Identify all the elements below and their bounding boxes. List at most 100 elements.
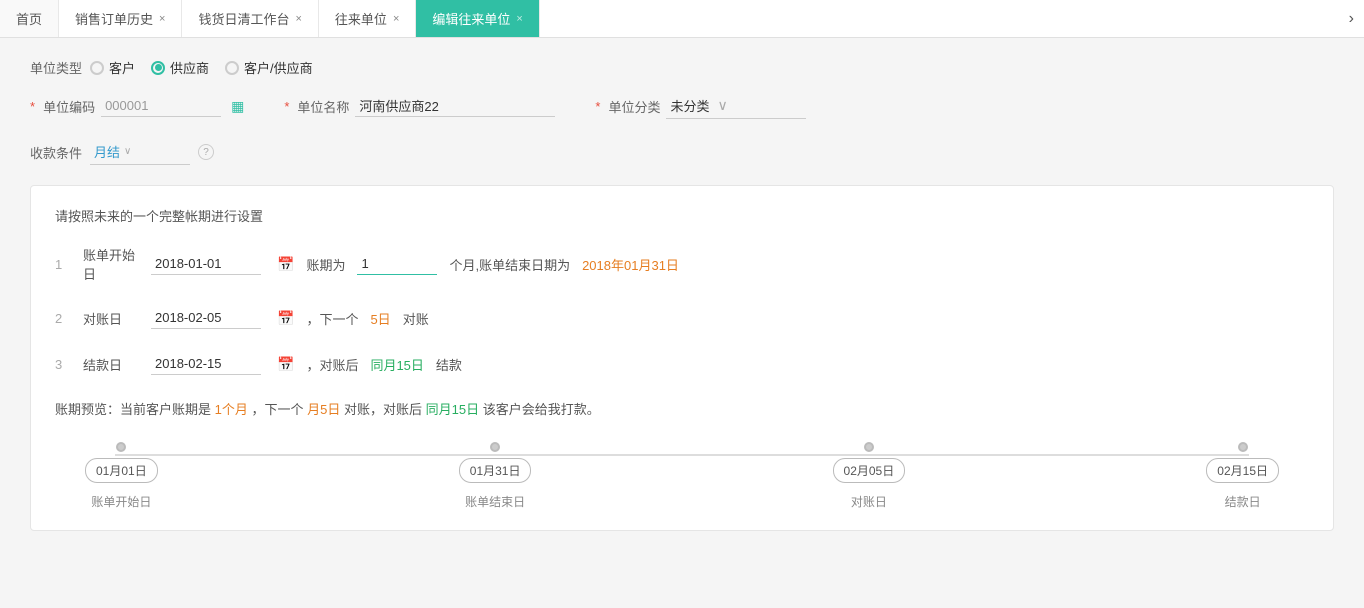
timeline: 01月01日 账单开始日 01月31日 账单结束日 02月05日 对账日 02月… — [55, 442, 1309, 510]
tabs-bar: 首页 销售订单历史 × 钱货日清工作台 × 往来单位 × 编辑往来单位 × › — [0, 0, 1364, 38]
unit-type-radio-group: 客户 供应商 客户/供应商 — [90, 58, 313, 77]
tab-cash-work[interactable]: 钱货日清工作台 × — [182, 0, 318, 37]
unit-category-group: * 单位分类 未分类 ∨ — [595, 93, 806, 119]
timeline-badge-2: 02月05日 — [833, 458, 906, 483]
timeline-dot-3 — [1238, 442, 1248, 452]
preview-mid2: 对账，对账后 — [344, 402, 422, 417]
tab-partner-unit-label: 往来单位 — [335, 9, 387, 28]
radio-both-outer — [225, 61, 239, 75]
section-title: 请按照未来的一个完整帐期进行设置 — [55, 206, 1309, 225]
timeline-dot-1 — [490, 442, 500, 452]
payment-terms-chevron-icon: ∨ — [124, 146, 131, 157]
timeline-label-1: 账单结束日 — [465, 493, 525, 510]
timeline-label-3: 结款日 — [1225, 493, 1261, 510]
row-1-suffix-after: 个月,账单结束日期为 — [449, 255, 570, 274]
row-3-suffix: ，对账后 — [306, 355, 358, 374]
row-2-label: 对账日 — [83, 309, 139, 328]
row-3-suffix2: 结款 — [436, 355, 462, 374]
tab-edit-partner[interactable]: 编辑往来单位 × — [416, 0, 539, 37]
timeline-item-2: 02月05日 对账日 — [833, 442, 906, 510]
row-2-highlight1: 5日 — [370, 309, 390, 328]
tab-cash-work-label: 钱货日清工作台 — [198, 9, 289, 28]
unit-code-icon[interactable]: ▦ — [231, 98, 244, 115]
unit-name-star: * — [284, 99, 289, 114]
setting-row-2: 2 对账日 📅 ，下一个 5日 对账 — [55, 307, 1309, 329]
unit-code-group: * 单位编码 ▦ — [30, 95, 244, 117]
radio-customer-outer — [90, 61, 104, 75]
row-1-suffix-before: 账期为 — [306, 255, 345, 274]
unit-info-row: * 单位编码 ▦ * 单位名称 * 单位分类 未分类 ∨ — [30, 93, 1334, 119]
preview-highlight3: 同月15日 — [426, 402, 479, 417]
timeline-badge-1: 01月31日 — [459, 458, 532, 483]
help-icon-label: ? — [203, 147, 209, 158]
radio-customer-label: 客户 — [109, 58, 135, 77]
tab-edit-partner-close[interactable]: × — [516, 13, 522, 25]
row-2-suffix: ，下一个 — [306, 309, 358, 328]
unit-name-group: * 单位名称 — [284, 95, 555, 117]
timeline-item-3: 02月15日 结款日 — [1206, 442, 1279, 510]
row-1-label: 账单开始日 — [83, 245, 139, 283]
timeline-dot-0 — [116, 442, 126, 452]
unit-name-label: 单位名称 — [297, 97, 349, 116]
unit-category-value: 未分类 — [670, 96, 709, 115]
unit-code-star: * — [30, 99, 35, 114]
help-icon[interactable]: ? — [198, 144, 214, 160]
row-3-label: 结款日 — [83, 355, 139, 374]
reconcile-date-input[interactable] — [151, 307, 261, 329]
row-1-number: 1 — [55, 257, 71, 272]
tab-sales-history-close[interactable]: × — [159, 13, 165, 25]
tab-expand-button[interactable]: › — [1339, 0, 1364, 37]
row-1-highlight: 2018年01月31日 — [582, 255, 679, 274]
preview-highlight1: 1个月 — [215, 402, 248, 417]
reconcile-date-calendar-icon[interactable]: 📅 — [277, 310, 294, 327]
timeline-label-2: 对账日 — [851, 493, 887, 510]
start-date-input[interactable] — [151, 253, 261, 275]
timeline-items: 01月01日 账单开始日 01月31日 账单结束日 02月05日 对账日 02月… — [85, 442, 1279, 510]
tab-home[interactable]: 首页 — [0, 0, 59, 37]
tab-home-label: 首页 — [16, 9, 42, 28]
timeline-badge-0: 01月01日 — [85, 458, 158, 483]
radio-supplier[interactable]: 供应商 — [151, 58, 209, 77]
tab-cash-work-close[interactable]: × — [295, 13, 301, 25]
radio-supplier-outer — [151, 61, 165, 75]
payment-date-calendar-icon[interactable]: 📅 — [277, 356, 294, 373]
start-date-calendar-icon[interactable]: 📅 — [277, 256, 294, 273]
settings-section: 请按照未来的一个完整帐期进行设置 1 账单开始日 📅 账期为 个月,账单结束日期… — [30, 185, 1334, 531]
tab-sales-history[interactable]: 销售订单历史 × — [59, 0, 182, 37]
radio-customer[interactable]: 客户 — [90, 58, 135, 77]
radio-supplier-label: 供应商 — [170, 58, 209, 77]
unit-category-label: 单位分类 — [608, 97, 660, 116]
payment-terms-row: 收款条件 月结 ∨ ? — [30, 139, 1334, 165]
payment-date-input[interactable] — [151, 353, 261, 375]
row-3-highlight: 同月15日 — [370, 355, 423, 374]
payment-terms-select[interactable]: 月结 ∨ — [90, 139, 190, 165]
row-3-number: 3 — [55, 357, 71, 372]
radio-both[interactable]: 客户/供应商 — [225, 58, 313, 77]
timeline-item-1: 01月31日 账单结束日 — [459, 442, 532, 510]
unit-code-label: 单位编码 — [43, 97, 95, 116]
period-input[interactable] — [357, 253, 437, 275]
radio-both-label: 客户/供应商 — [244, 58, 313, 77]
timeline-label-0: 账单开始日 — [91, 493, 151, 510]
main-content: 单位类型 客户 供应商 客户/供应商 * 单位编码 ▦ — [0, 38, 1364, 608]
setting-row-1: 1 账单开始日 📅 账期为 个月,账单结束日期为 2018年01月31日 — [55, 245, 1309, 283]
unit-type-label: 单位类型 — [30, 58, 82, 77]
payment-terms-label: 收款条件 — [30, 143, 82, 162]
tab-partner-unit[interactable]: 往来单位 × — [319, 0, 416, 37]
row-2-number: 2 — [55, 311, 71, 326]
tab-partner-unit-close[interactable]: × — [393, 13, 399, 25]
unit-type-row: 单位类型 客户 供应商 客户/供应商 — [30, 58, 1334, 77]
unit-name-input[interactable] — [355, 95, 555, 117]
preview-highlight2: 月5日 — [307, 402, 340, 417]
unit-category-select[interactable]: 未分类 ∨ — [666, 93, 806, 119]
timeline-badge-3: 02月15日 — [1206, 458, 1279, 483]
tab-edit-partner-label: 编辑往来单位 — [432, 9, 510, 28]
tab-sales-history-label: 销售订单历史 — [75, 9, 153, 28]
setting-row-3: 3 结款日 📅 ，对账后 同月15日 结款 — [55, 353, 1309, 375]
timeline-item-0: 01月01日 账单开始日 — [85, 442, 158, 510]
radio-supplier-inner — [155, 64, 162, 71]
timeline-dot-2 — [864, 442, 874, 452]
unit-code-input[interactable] — [101, 95, 221, 117]
payment-terms-value: 月结 — [94, 142, 120, 161]
preview-text: 账期预览：当前客户账期是 1个月 ，下一个 月5日 对账，对账后 同月15日 该… — [55, 399, 1309, 418]
